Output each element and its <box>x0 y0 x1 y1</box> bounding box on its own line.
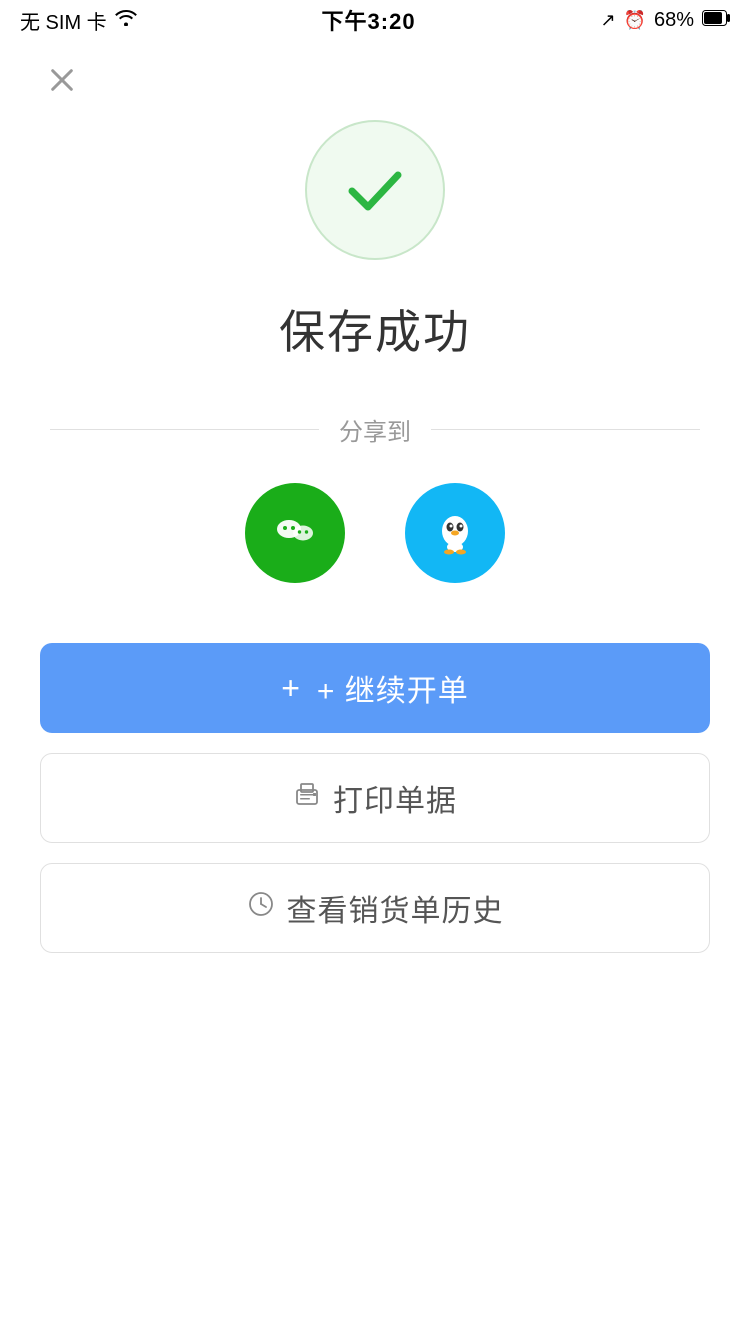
battery-text: 68% <box>654 9 694 32</box>
status-left: 无 SIM 卡 <box>20 6 137 35</box>
share-label: 分享到 <box>319 412 431 447</box>
history-label: 查看销货单历史 <box>287 886 504 930</box>
continue-button[interactable]: + + 继续开单 <box>40 643 710 733</box>
status-right: ↗ ⏰ 68% <box>600 9 730 32</box>
qq-share-button[interactable] <box>405 483 505 583</box>
plus-icon: + <box>281 670 301 707</box>
share-icons <box>245 483 505 583</box>
success-circle <box>305 120 445 260</box>
no-sim-text: 无 SIM 卡 <box>20 6 107 35</box>
main-content: 保存成功 分享到 <box>0 40 750 953</box>
battery-icon <box>702 9 730 32</box>
location-icon: ↗ <box>600 10 615 31</box>
clock-icon <box>247 890 275 926</box>
alarm-icon: ⏰ <box>624 10 646 31</box>
print-icon <box>293 780 321 816</box>
divider-right <box>431 429 700 430</box>
wechat-share-button[interactable] <box>245 483 345 583</box>
status-bar: 无 SIM 卡 下午3:20 ↗ ⏰ 68% <box>0 0 750 40</box>
share-divider: 分享到 <box>0 412 750 447</box>
divider-left <box>50 429 319 430</box>
continue-label: + 继续开单 <box>317 666 469 710</box>
print-label: 打印单据 <box>333 776 457 820</box>
status-time: 下午3:20 <box>322 4 416 36</box>
success-title: 保存成功 <box>279 296 471 362</box>
history-button[interactable]: 查看销货单历史 <box>40 863 710 953</box>
close-button[interactable] <box>40 58 84 102</box>
wifi-icon <box>115 8 137 32</box>
buttons-section: + + 继续开单 打印单据 <box>0 643 750 953</box>
print-button[interactable]: 打印单据 <box>40 753 710 843</box>
